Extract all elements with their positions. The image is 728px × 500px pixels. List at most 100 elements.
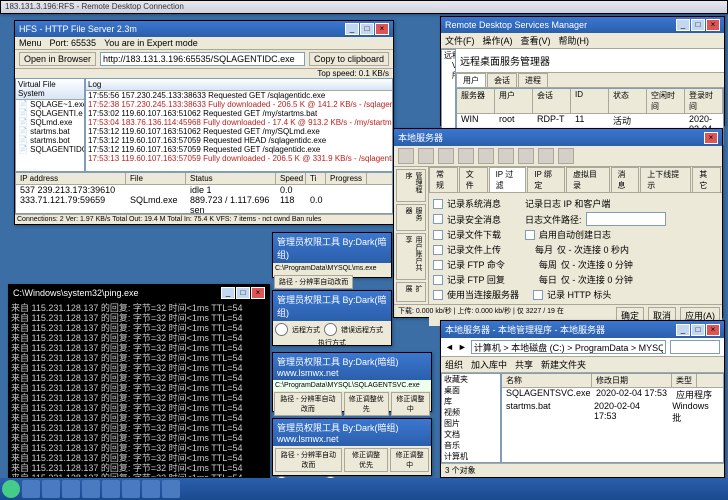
checkbox-autolog[interactable] xyxy=(525,230,535,240)
vfs-item[interactable]: 📄 SQLAGE~1.exe xyxy=(16,100,84,109)
vfs-item[interactable]: 📄 startms.bat xyxy=(16,127,84,136)
sidebar-item[interactable]: 音乐 xyxy=(442,440,500,451)
min-icon[interactable]: _ xyxy=(676,19,690,31)
task-ie-icon[interactable] xyxy=(22,480,40,498)
nav-fwd-icon[interactable]: ► xyxy=(458,342,467,352)
task-app1-icon[interactable] xyxy=(62,480,80,498)
tab[interactable]: 常规 xyxy=(429,167,458,192)
tool-titlebar[interactable]: 管理员权限工具 By:Dark(暗组) xyxy=(273,233,391,263)
task-explorer-icon[interactable] xyxy=(42,480,60,498)
cmd-output[interactable]: 来自 115.231.128.137 的回复: 字节=32 时间<1ms TTL… xyxy=(9,301,269,477)
min-icon[interactable]: _ xyxy=(345,23,359,35)
checkbox-sys[interactable] xyxy=(433,199,443,209)
close-icon[interactable]: × xyxy=(251,287,265,299)
menu-share[interactable]: 共享 xyxy=(515,358,533,371)
vfs-item[interactable]: 📄 startms.bot xyxy=(16,136,84,145)
vfs-item[interactable]: 📄 SQLAGENTI.e xyxy=(16,109,84,118)
sidebar-item[interactable]: 库 xyxy=(442,396,500,407)
menu-item[interactable]: Menu xyxy=(19,38,42,48)
tab[interactable]: 上下线提示 xyxy=(640,167,691,192)
toolbar-icon[interactable] xyxy=(558,148,574,164)
col-status[interactable]: Status xyxy=(186,173,276,184)
checkbox-sec[interactable] xyxy=(433,214,443,224)
close-icon[interactable]: × xyxy=(375,23,389,35)
rdsm-titlebar[interactable]: Remote Desktop Services Manager_□× xyxy=(441,17,724,33)
col-name[interactable]: 名称 xyxy=(502,374,592,387)
path-input[interactable] xyxy=(471,340,666,354)
address-input[interactable] xyxy=(100,52,305,66)
start-button[interactable] xyxy=(2,480,20,498)
lefttab[interactable]: 服务器 xyxy=(396,204,426,231)
tab-processes[interactable]: 进程 xyxy=(518,73,548,87)
tool-btn-b[interactable]: 修正调整优先 xyxy=(344,392,389,416)
tab[interactable]: IP 绑定 xyxy=(527,167,565,192)
checkbox-ftp[interactable] xyxy=(433,260,443,270)
vfs-item[interactable]: 📄 SQLAGENTIDC.e xyxy=(16,145,84,154)
checkbox-http[interactable] xyxy=(533,290,543,300)
task-app4-icon[interactable] xyxy=(122,480,140,498)
tab[interactable]: 其它 xyxy=(692,167,721,192)
tab[interactable]: 虚拟目录 xyxy=(566,167,610,192)
max-icon[interactable]: □ xyxy=(360,23,374,35)
menu-view[interactable]: 查看(V) xyxy=(521,34,551,47)
checkbox-rpl[interactable] xyxy=(433,275,443,285)
checkbox-use[interactable] xyxy=(433,290,443,300)
col-prog[interactable]: Progress xyxy=(326,173,367,184)
checkbox-upl[interactable] xyxy=(433,245,443,255)
sidebar-item[interactable]: 图片 xyxy=(442,418,500,429)
localsvr-titlebar[interactable]: 本地服务器× xyxy=(394,129,722,146)
lefttab[interactable]: 用户账户共享 xyxy=(396,233,426,280)
explorer-titlebar[interactable]: 本地服务器 - 本地管理程序 - 本地服务器_□× xyxy=(441,321,724,338)
file-row[interactable]: startms.bat2020-02-04 17:53Windows 批 xyxy=(502,401,723,424)
task-app5-icon[interactable] xyxy=(142,480,160,498)
radio-opt2[interactable] xyxy=(324,323,337,336)
menu-action[interactable]: 操作(A) xyxy=(483,34,513,47)
menu-help[interactable]: 帮助(H) xyxy=(559,34,590,47)
tool-btn-a[interactable]: 路径 - 分辨率自动改而 xyxy=(274,392,342,416)
client-row[interactable]: 333.71.121.79:59659SQLmd.exe889.723 / 1.… xyxy=(16,195,392,214)
close-icon[interactable]: × xyxy=(706,19,720,31)
min-icon[interactable]: _ xyxy=(676,324,690,336)
tab-users[interactable]: 用户 xyxy=(456,73,486,87)
toolbar-icon[interactable] xyxy=(418,148,434,164)
toolbar-icon[interactable] xyxy=(478,148,494,164)
task-app6-icon[interactable] xyxy=(162,480,180,498)
menu-port[interactable]: Port: 65535 xyxy=(50,38,97,48)
tool-btn-e[interactable]: 路径 - 分辨率自动改而 xyxy=(275,448,342,472)
toolbar-icon[interactable] xyxy=(518,148,534,164)
col[interactable]: 服务器 xyxy=(457,89,495,113)
col-speed[interactable]: Speed xyxy=(276,173,306,184)
sidebar-item[interactable]: 视频 xyxy=(442,407,500,418)
tool-titlebar[interactable]: 管理员权限工具 By:Dark(暗组) www.lsmwx.net xyxy=(273,353,431,380)
col-type[interactable]: 类型 xyxy=(672,374,697,387)
lefttab[interactable]: 管理程序 xyxy=(396,169,426,202)
nav-back-icon[interactable]: ◄ xyxy=(445,342,454,352)
logpath-input[interactable] xyxy=(586,212,666,226)
max-icon[interactable]: □ xyxy=(236,287,250,299)
min-icon[interactable]: _ xyxy=(221,287,235,299)
tab-sessions[interactable]: 会话 xyxy=(487,73,517,87)
toolbar-icon[interactable] xyxy=(438,148,454,164)
max-icon[interactable]: □ xyxy=(691,324,705,336)
tool-titlebar[interactable]: 管理员权限工具 By:Dark(暗组) www.lsmwx.net xyxy=(273,419,431,446)
copy-clipboard-button[interactable]: Copy to clipboard xyxy=(309,52,389,66)
sidebar-item[interactable]: 桌面 xyxy=(442,385,500,396)
search-input[interactable] xyxy=(670,340,720,354)
vfs-item[interactable]: 📄 SQLmd.exe xyxy=(16,118,84,127)
hfs-titlebar[interactable]: HFS - HTTP File Server 2.3m _□× xyxy=(15,21,393,37)
cmd-titlebar[interactable]: C:\Windows\system32\ping.exe_□× xyxy=(9,285,269,301)
tab[interactable]: 消息 xyxy=(611,167,640,192)
task-app3-icon[interactable] xyxy=(102,480,120,498)
explorer-sidebar[interactable]: 收藏夹桌面库视频图片文档音乐计算机网络 xyxy=(441,373,501,463)
col-ip[interactable]: IP address xyxy=(16,173,126,184)
menu-org[interactable]: 组织 xyxy=(445,358,463,371)
toolbar-icon[interactable] xyxy=(458,148,474,164)
open-browser-button[interactable]: Open in Browser xyxy=(19,52,96,66)
menu-file[interactable]: 文件(F) xyxy=(445,34,475,47)
toolbar-icon[interactable] xyxy=(498,148,514,164)
close-icon[interactable]: × xyxy=(704,132,718,144)
task-app2-icon[interactable] xyxy=(82,480,100,498)
lefttab[interactable]: 扩展 xyxy=(396,282,426,302)
sidebar-item[interactable]: 计算机 xyxy=(442,451,500,462)
checkbox-dld[interactable] xyxy=(433,230,443,240)
